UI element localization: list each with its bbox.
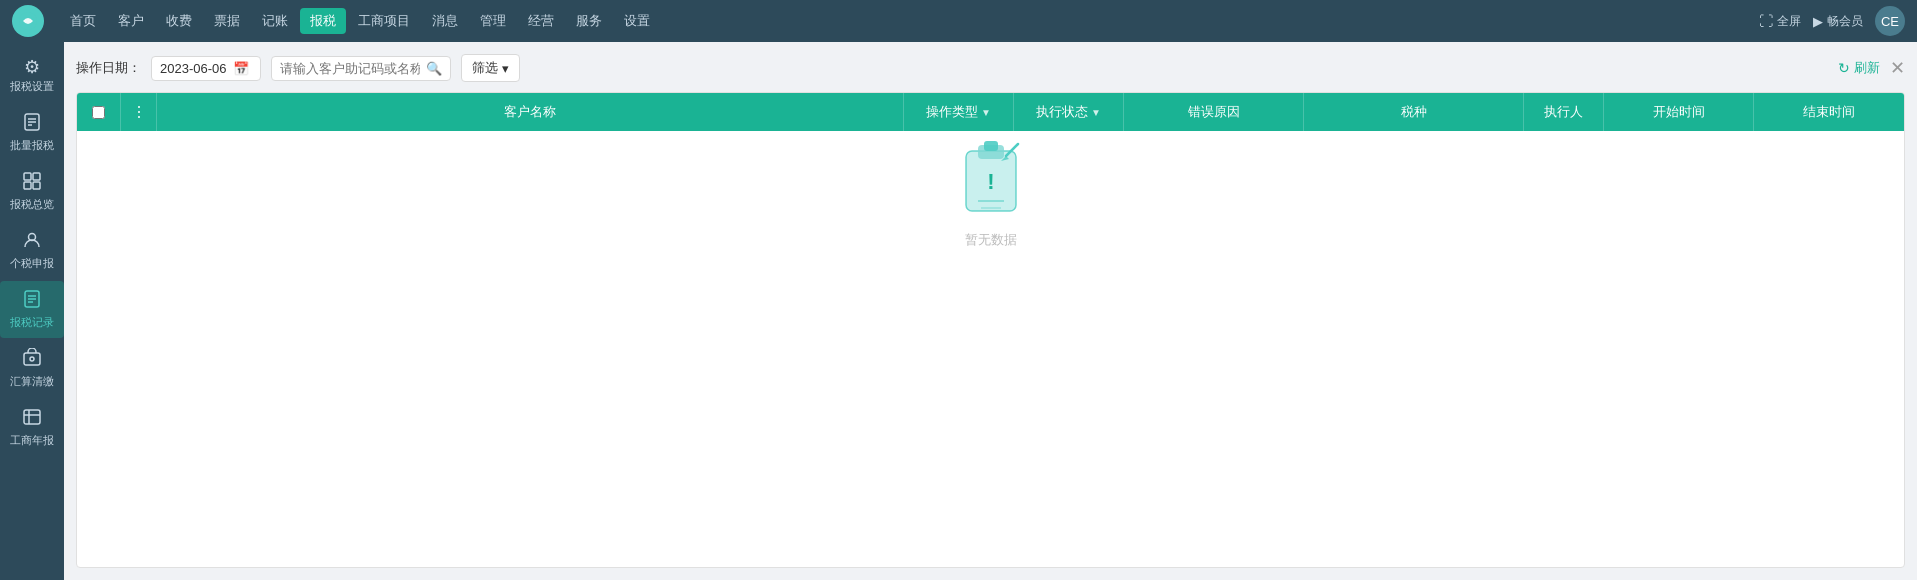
nav-item-fee[interactable]: 收费: [156, 8, 202, 34]
sidebar-item-tax-settings[interactable]: ⚙ 报税设置: [0, 50, 64, 102]
table-scroll-area: ! 暂无数据: [77, 131, 1904, 567]
svg-rect-6: [33, 173, 40, 180]
annual-icon: [22, 407, 42, 430]
sidebar: ⚙ 报税设置 批量报税: [0, 42, 64, 580]
date-input[interactable]: 2023-06-06 📅: [151, 56, 261, 81]
nav-item-operation[interactable]: 经营: [518, 8, 564, 34]
refresh-btn[interactable]: ↻ 刷新: [1838, 59, 1880, 77]
svg-point-15: [30, 357, 34, 361]
member-label: 畅会员: [1827, 13, 1863, 30]
empty-text: 暂无数据: [965, 231, 1017, 249]
toolbar: 操作日期： 2023-06-06 📅 🔍 筛选 ▾ ↻ 刷新 ✕: [76, 54, 1905, 82]
th-executor: 执行人: [1524, 93, 1604, 131]
nav-item-settings[interactable]: 设置: [614, 8, 660, 34]
th-start-label: 开始时间: [1653, 103, 1705, 121]
th-taxtype: 税种: [1304, 93, 1524, 131]
svg-rect-5: [24, 173, 31, 180]
nav-items: 首页 客户 收费 票据 记账 报税 工商项目 消息 管理 经营 服务 设置: [60, 8, 1759, 34]
th-status: 执行状态 ▼: [1014, 93, 1124, 131]
svg-rect-8: [33, 182, 40, 189]
sidebar-item-tax-records[interactable]: 报税记录: [0, 281, 64, 338]
fullscreen-icon: ⛶: [1759, 13, 1773, 29]
sidebar-item-label-batch-tax: 批量报税: [10, 138, 54, 153]
sidebar-item-label-settlement: 汇算清缴: [10, 374, 54, 389]
th-checkbox[interactable]: [77, 93, 121, 131]
date-value: 2023-06-06: [160, 61, 227, 76]
batch-tax-icon: [22, 112, 42, 135]
svg-rect-16: [24, 410, 40, 424]
fullscreen-label: 全屏: [1777, 13, 1801, 30]
th-end-label: 结束时间: [1803, 103, 1855, 121]
nav-item-manage[interactable]: 管理: [470, 8, 516, 34]
nav-item-bookkeeping[interactable]: 记账: [252, 8, 298, 34]
th-executor-label: 执行人: [1544, 103, 1583, 121]
th-taxtype-label: 税种: [1401, 103, 1427, 121]
empty-state: ! 暂无数据: [77, 131, 1904, 249]
nav-item-business[interactable]: 工商项目: [348, 8, 420, 34]
svg-text:!: !: [987, 169, 994, 194]
content-area: 操作日期： 2023-06-06 📅 🔍 筛选 ▾ ↻ 刷新 ✕: [64, 42, 1917, 580]
sidebar-item-label-tax-records: 报税记录: [10, 315, 54, 330]
nav-item-message[interactable]: 消息: [422, 8, 468, 34]
filter-label: 筛选: [472, 59, 498, 77]
chevron-down-icon: ▾: [502, 61, 509, 76]
th-optype-label: 操作类型: [926, 103, 978, 121]
sort-icon-optype: ▼: [981, 107, 991, 118]
sidebar-item-label-tax-settings: 报税设置: [10, 79, 54, 94]
sidebar-item-label-tax-overview: 报税总览: [10, 197, 54, 212]
th-start: 开始时间: [1604, 93, 1754, 131]
calendar-icon: 📅: [233, 61, 249, 76]
th-settings[interactable]: [121, 93, 157, 131]
search-input-wrapper[interactable]: 🔍: [271, 56, 451, 81]
filter-btn[interactable]: 筛选 ▾: [461, 54, 520, 82]
nav-item-client[interactable]: 客户: [108, 8, 154, 34]
nav-item-service[interactable]: 服务: [566, 8, 612, 34]
svg-rect-14: [24, 353, 40, 365]
empty-illustration: !: [946, 131, 1036, 231]
sidebar-item-label-annual-report: 工商年报: [10, 433, 54, 448]
table-wrapper: 客户名称 操作类型 ▼ 执行状态 ▼ 错误原因 税种 执行人: [76, 92, 1905, 568]
sidebar-item-label-personal-tax: 个税申报: [10, 256, 54, 271]
th-error-label: 错误原因: [1188, 103, 1240, 121]
th-error: 错误原因: [1124, 93, 1304, 131]
refresh-label: 刷新: [1854, 59, 1880, 77]
th-client-label: 客户名称: [504, 103, 556, 121]
th-status-label: 执行状态: [1036, 103, 1088, 121]
sort-icon-status: ▼: [1091, 107, 1101, 118]
svg-rect-7: [24, 182, 31, 189]
sidebar-item-settlement[interactable]: 汇算清缴: [0, 340, 64, 397]
th-optype: 操作类型 ▼: [904, 93, 1014, 131]
settlement-icon: [22, 348, 42, 371]
sidebar-item-personal-tax[interactable]: 个税申报: [0, 222, 64, 279]
records-icon: [22, 289, 42, 312]
sidebar-item-batch-tax[interactable]: 批量报税: [0, 104, 64, 161]
avatar[interactable]: CE: [1875, 6, 1905, 36]
overview-icon: [22, 171, 42, 194]
fullscreen-btn[interactable]: ⛶ 全屏: [1759, 13, 1801, 30]
table-header: 客户名称 操作类型 ▼ 执行状态 ▼ 错误原因 税种 执行人: [77, 93, 1904, 131]
th-client: 客户名称: [157, 93, 904, 131]
logo[interactable]: [12, 5, 44, 37]
sidebar-item-annual-report[interactable]: 工商年报: [0, 399, 64, 456]
top-nav: 首页 客户 收费 票据 记账 报税 工商项目 消息 管理 经营 服务 设置 ⛶ …: [0, 0, 1917, 42]
member-icon: ▶: [1813, 14, 1823, 29]
right-actions: ⛶ 全屏 ▶ 畅会员 CE: [1759, 6, 1905, 36]
th-end: 结束时间: [1754, 93, 1904, 131]
settings-icon: ⚙: [24, 58, 40, 76]
nav-item-tax[interactable]: 报税: [300, 8, 346, 34]
member-btn[interactable]: ▶ 畅会员: [1813, 13, 1863, 30]
date-label: 操作日期：: [76, 59, 141, 77]
select-all-checkbox[interactable]: [92, 106, 105, 119]
close-btn[interactable]: ✕: [1890, 59, 1905, 77]
personal-icon: [22, 230, 42, 253]
nav-item-home[interactable]: 首页: [60, 8, 106, 34]
sidebar-item-tax-overview[interactable]: 报税总览: [0, 163, 64, 220]
nav-item-invoice[interactable]: 票据: [204, 8, 250, 34]
search-input[interactable]: [280, 61, 420, 76]
svg-rect-22: [984, 141, 998, 151]
column-settings-icon: [131, 104, 147, 120]
main-layout: ⚙ 报税设置 批量报税: [0, 42, 1917, 580]
search-icon: 🔍: [426, 61, 442, 76]
refresh-icon: ↻: [1838, 60, 1850, 76]
